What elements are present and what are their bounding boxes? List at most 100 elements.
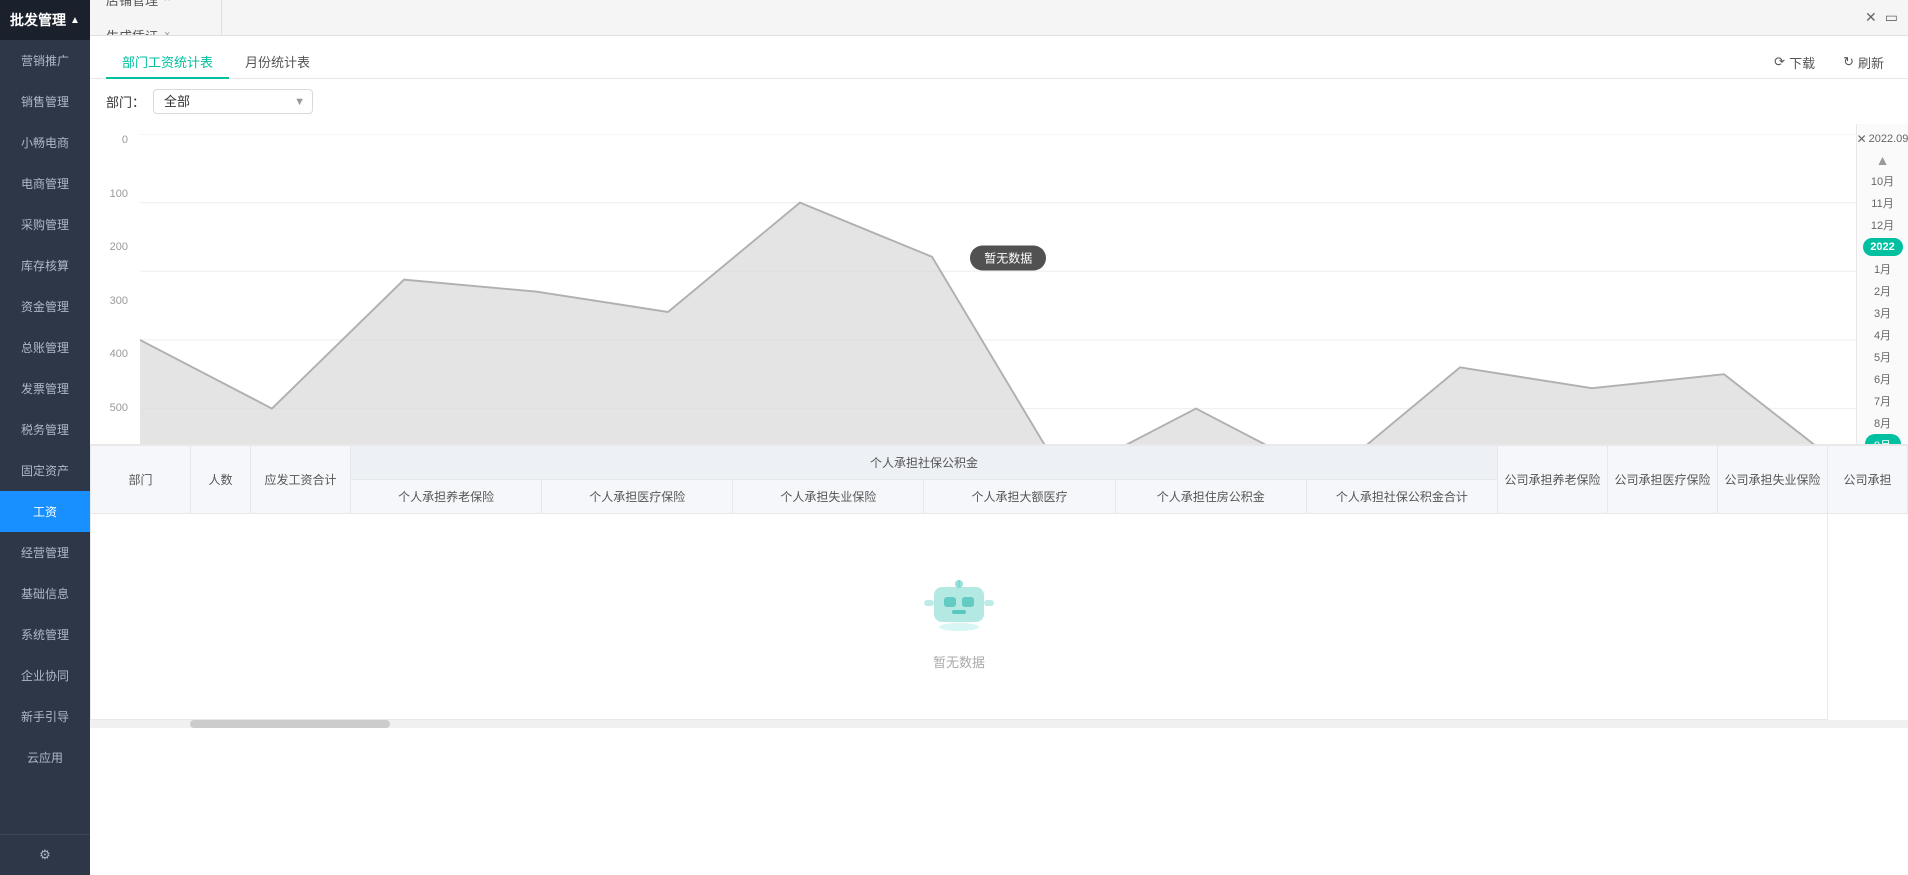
col-ind-housing: 个人承担住房公积金 — [1115, 480, 1306, 514]
dept-select-wrapper: 全部 ▼ — [153, 89, 313, 114]
sidebar-item-operations[interactable]: 经营管理 — [0, 532, 90, 573]
sidebar-arrow-icon: ▲ — [70, 15, 80, 26]
timeline-month-8[interactable]: 5月 — [1863, 346, 1903, 368]
no-data-robot-icon — [919, 562, 999, 642]
sidebar-item-cloud[interactable]: 云应用 — [0, 737, 90, 778]
y-label-0: 0 — [122, 134, 128, 146]
filter-toolbar: 部门： 全部 ▼ — [90, 79, 1908, 124]
y-label-200: 200 — [110, 241, 128, 253]
sidebar-item-ecommerce-small[interactable]: 小畅电商 — [0, 122, 90, 163]
table-no-data-text: 暂无数据 — [933, 652, 985, 671]
col-company-unemployment: 公司承担失业保险 — [1718, 446, 1828, 514]
timeline-up-button[interactable]: ▲ — [1874, 150, 1892, 170]
horizontal-scrollbar[interactable] — [90, 720, 1908, 728]
tab-close-store-mgmt[interactable]: × — [164, 0, 170, 5]
chart-svg — [140, 134, 1856, 444]
chart-no-data-tooltip: 暂无数据 — [970, 246, 1046, 271]
sidebar-items-container: 营销推广销售管理小畅电商电商管理采购管理库存核算资金管理总账管理发票管理税务管理… — [0, 40, 90, 778]
sidebar-footer-settings[interactable]: ⚙ — [0, 834, 90, 875]
tab-store-mgmt[interactable]: 店铺管理 × — [94, 0, 222, 18]
timeline-items-container: 10月11月12月 2022 1月2月3月4月5月6月7月8月9月 — [1863, 170, 1903, 444]
col-company-pension: 公司承担养老保险 — [1498, 446, 1608, 514]
timeline-month-9[interactable]: 6月 — [1863, 368, 1903, 390]
sidebar-header[interactable]: 批发管理 ▲ — [0, 0, 90, 40]
chart-area: 500 400 300 200 100 0 — [90, 124, 1856, 444]
timeline-month-6[interactable]: 3月 — [1863, 302, 1903, 324]
download-button[interactable]: ⟳ 下载 — [1766, 49, 1823, 76]
col-total-salary: 应发工资合计 — [251, 446, 351, 514]
download-label: 下载 — [1789, 53, 1815, 72]
sidebar-title: 批发管理 — [10, 10, 66, 30]
timeline-month-7[interactable]: 4月 — [1863, 324, 1903, 346]
data-table: 部门 人数 应发工资合计 个人承担社保公积金 公司承担养老保险 公司承担医疗保险… — [90, 445, 1908, 720]
timeline-month-0[interactable]: 10月 — [1863, 170, 1903, 192]
no-data-area: 暂无数据 — [97, 522, 1821, 711]
timeline-year-2022[interactable]: 2022 — [1863, 238, 1903, 256]
timeline-panel: ✕ 2022.09 ▲ 10月11月12月 2022 1月2月3月4月5月6月7月8… — [1856, 124, 1908, 444]
toolbar-left: 部门： 全部 ▼ — [106, 89, 313, 114]
sidebar-item-marketing[interactable]: 营销推广 — [0, 40, 90, 81]
content-area: 部门工资统计表 月份统计表 ⟳ 下载 ↻ 刷新 部门： 全部 — [90, 36, 1908, 875]
sidebar-item-inventory[interactable]: 库存核算 — [0, 245, 90, 286]
timeline-month-4[interactable]: 1月 — [1863, 258, 1903, 280]
timeline-close-icon[interactable]: ✕ — [1857, 132, 1867, 146]
refresh-label: 刷新 — [1858, 53, 1884, 72]
y-label-400: 400 — [110, 348, 128, 360]
settings-icon: ⚙ — [39, 847, 51, 862]
y-label-100: 100 — [110, 188, 128, 200]
timeline-header: ✕ 2022.09 — [1857, 128, 1908, 150]
tab-bar-end: ✕ ▭ — [1855, 7, 1908, 28]
table-wrapper[interactable]: 部门 人数 应发工资合计 个人承担社保公积金 公司承担养老保险 公司承担医疗保险… — [90, 444, 1908, 875]
col-headcount: 人数 — [191, 446, 251, 514]
tab-label-store-mgmt: 店铺管理 — [106, 0, 158, 9]
sidebar-item-ledger[interactable]: 总账管理 — [0, 327, 90, 368]
col-dept: 部门 — [91, 446, 191, 514]
col-ind-total: 个人承担社保公积金合计 — [1306, 480, 1497, 514]
timeline-month-1[interactable]: 11月 — [1863, 192, 1903, 214]
restore-icon[interactable]: ▭ — [1883, 7, 1900, 28]
sidebar-item-basic[interactable]: 基础信息 — [0, 573, 90, 614]
timeline-month-5[interactable]: 2月 — [1863, 280, 1903, 302]
tab-bar: 首页门店商品目录×销售单×店铺管理×生成凭证×应收应付调整单×工资表×工资统计报… — [90, 0, 1908, 36]
subtab-monthly-stats[interactable]: 月份统计表 — [229, 46, 326, 79]
sidebar-item-sales[interactable]: 销售管理 — [0, 81, 90, 122]
sidebar-item-ecommerce[interactable]: 电商管理 — [0, 163, 90, 204]
sub-tabs: 部门工资统计表 月份统计表 — [90, 36, 342, 78]
subtab-dept-stats[interactable]: 部门工资统计表 — [106, 46, 229, 79]
col-ind-unemployment: 个人承担失业保险 — [733, 480, 924, 514]
timeline-month-10[interactable]: 7月 — [1863, 390, 1903, 412]
col-ind-pension: 个人承担养老保险 — [351, 480, 542, 514]
sidebar-item-enterprise[interactable]: 企业协同 — [0, 655, 90, 696]
dept-select[interactable]: 全部 — [153, 89, 313, 114]
main-area: 首页门店商品目录×销售单×店铺管理×生成凭证×应收应付调整单×工资表×工资统计报… — [90, 0, 1908, 875]
y-axis-labels: 500 400 300 200 100 0 — [90, 134, 134, 414]
timeline-date: 2022.09 — [1869, 133, 1908, 145]
sidebar-item-payroll[interactable]: 工资 — [0, 491, 90, 532]
timeline-month-11[interactable]: 8月 — [1863, 412, 1903, 434]
timeline-month-2[interactable]: 12月 — [1863, 214, 1903, 236]
refresh-icon: ↻ — [1843, 54, 1854, 70]
col-group-social: 个人承担社保公积金 — [351, 446, 1498, 480]
timeline-month-12[interactable]: 9月 — [1865, 434, 1901, 444]
table-no-data-cell: 暂无数据 — [91, 514, 1828, 720]
col-ind-medical: 个人承担医疗保险 — [542, 480, 733, 514]
col-company-other: 公司承担 — [1828, 446, 1908, 514]
sidebar-item-tax[interactable]: 税务管理 — [0, 409, 90, 450]
tab-label-produce-voucher: 生成凭证 — [106, 26, 158, 36]
y-label-500: 500 — [110, 402, 128, 414]
sidebar-item-guide[interactable]: 新手引导 — [0, 696, 90, 737]
dept-label: 部门： — [106, 92, 145, 111]
sidebar: 批发管理 ▲ 营销推广销售管理小畅电商电商管理采购管理库存核算资金管理总账管理发… — [0, 0, 90, 875]
sidebar-item-system[interactable]: 系统管理 — [0, 614, 90, 655]
close-all-icon[interactable]: ✕ — [1863, 7, 1879, 28]
sidebar-item-assets[interactable]: 固定资产 — [0, 450, 90, 491]
refresh-button[interactable]: ↻ 刷新 — [1835, 49, 1892, 76]
tab-items-container: 首页门店商品目录×销售单×店铺管理×生成凭证×应收应付调整单×工资表×工资统计报… — [94, 0, 222, 36]
chart-timeline-wrapper: 500 400 300 200 100 0 — [90, 124, 1908, 444]
col-ind-supplemental: 个人承担大额医疗 — [924, 480, 1115, 514]
y-label-300: 300 — [110, 295, 128, 307]
sidebar-item-invoice[interactable]: 发票管理 — [0, 368, 90, 409]
sidebar-item-finance[interactable]: 资金管理 — [0, 286, 90, 327]
sidebar-item-purchase[interactable]: 采购管理 — [0, 204, 90, 245]
tab-produce-voucher[interactable]: 生成凭证× — [94, 18, 222, 37]
